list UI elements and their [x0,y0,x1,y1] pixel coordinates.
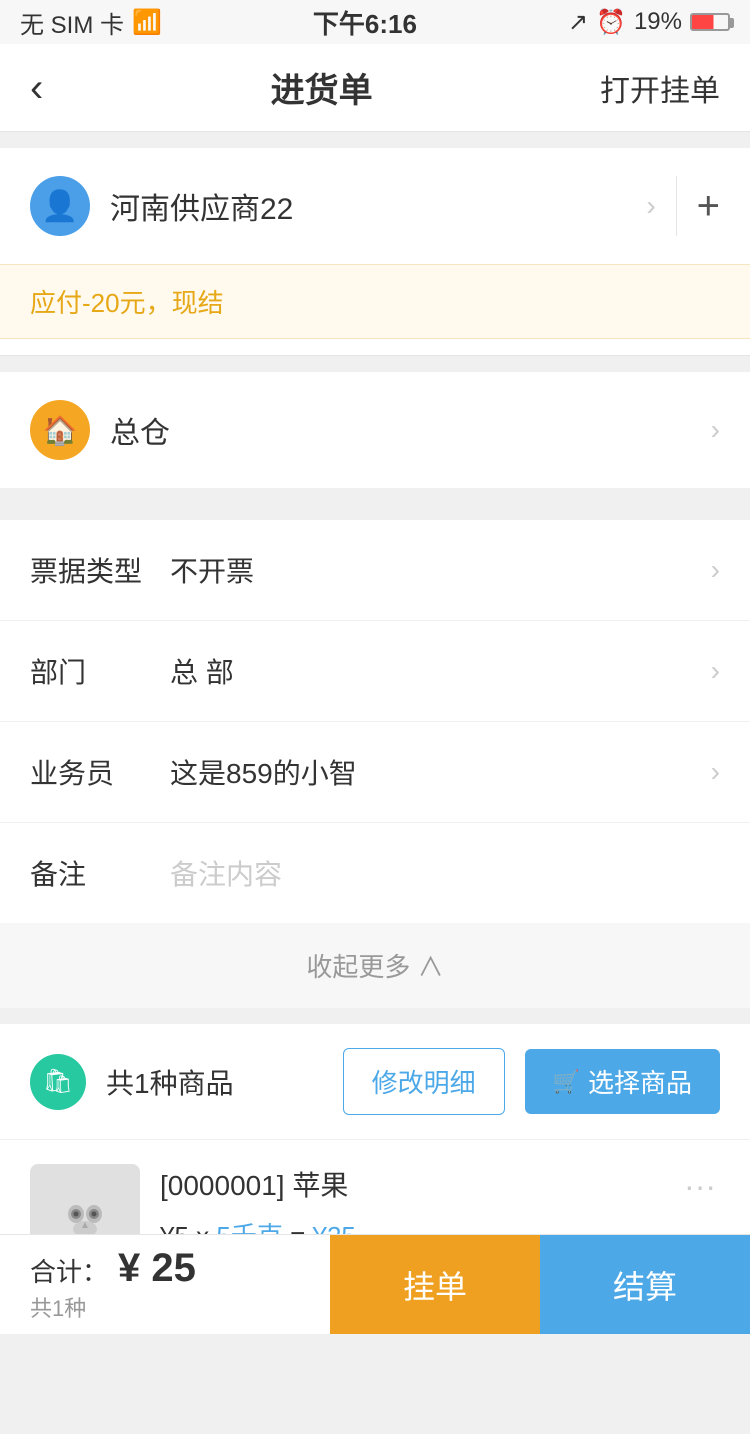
total-section: 合计： ¥ 25 共1种 [0,1235,330,1334]
collapse-label: 收起更多 ∧ [306,952,443,982]
form-section: 票据类型 不开票 › 部门 总 部 › 业务员 这是859的小智 › 备注 备注… [0,520,750,923]
product-code: [0000001] [160,1170,292,1201]
hang-button[interactable]: 挂单 [330,1235,540,1334]
battery-label: 19% [634,8,682,36]
product-name: [0000001] 苹果 [160,1164,660,1204]
notice-text: 应付-20元，现结 [30,288,224,318]
staff-row[interactable]: 业务员 这是859的小智 › [0,722,750,823]
alarm-icon: ⏰ [596,8,626,37]
supplier-section: 👤 河南供应商22 › + 应付-20元，现结 [0,148,750,356]
status-right: ↗ ⏰ 19% [568,8,730,37]
cart-icon: 🛒 [553,1069,580,1095]
total-count: 共1种 [30,1291,300,1323]
battery-icon [690,13,730,31]
warehouse-row[interactable]: 🏠 总仓 › [0,372,750,488]
staff-value: 这是859的小智 [170,752,711,792]
supplier-row[interactable]: 👤 河南供应商22 › + [0,148,750,264]
status-left: 无 SIM 卡 📶 [20,5,162,40]
bag-icon: 🛍 [43,1067,73,1096]
bottom-bar: 合计： ¥ 25 共1种 挂单 结算 [0,1234,750,1334]
total-amount: ¥ 25 [118,1246,196,1291]
product-header: 🛍 共1种商品 修改明细 🛒 选择商品 [0,1024,750,1140]
notice-bar: 应付-20元，现结 [0,264,750,339]
select-product-button[interactable]: 🛒 选择商品 [525,1049,720,1114]
total-label: 合计： [30,1252,108,1289]
carrier-label: 无 SIM 卡 [20,5,124,40]
product-count: 共1种商品 [106,1062,323,1102]
spacer2 [0,356,750,372]
warehouse-section: 🏠 总仓 › [0,372,750,488]
remark-input[interactable]: 备注内容 [170,853,720,893]
supplier-name: 河南供应商22 [110,184,646,228]
checkout-button[interactable]: 结算 [540,1235,750,1334]
product-icon: 🛍 [30,1054,86,1110]
total-row: 合计： ¥ 25 [30,1246,300,1291]
add-supplier-button[interactable]: + [697,184,720,229]
spacer3 [0,504,750,520]
remark-label: 备注 [30,853,170,893]
dept-label: 部门 [30,651,170,691]
dept-row[interactable]: 部门 总 部 › [0,621,750,722]
select-product-label: 选择商品 [588,1063,692,1100]
invoice-chevron-icon: › [711,554,720,586]
supplier-chevron-icon: › [646,190,655,222]
spacer [0,132,750,148]
status-time: 下午6:16 [313,4,417,41]
total-count-label: 共1种 [30,1296,86,1321]
open-hang-button[interactable]: 打开挂单 [600,66,720,110]
wifi-icon: 📶 [132,8,162,37]
product-title: 苹果 [292,1170,348,1201]
back-button[interactable]: ‹ [30,68,43,108]
nav-title: 进货单 [271,63,373,112]
vertical-divider [676,176,677,236]
warehouse-name: 总仓 [110,408,711,452]
nav-bar: ‹ 进货单 打开挂单 [0,44,750,132]
dept-chevron-icon: › [711,655,720,687]
edit-detail-button[interactable]: 修改明细 [343,1048,505,1115]
dept-value: 总 部 [170,651,711,691]
status-bar: 无 SIM 卡 📶 下午6:16 ↗ ⏰ 19% [0,0,750,44]
home-icon: 🏠 [43,414,78,447]
staff-label: 业务员 [30,752,170,792]
invoice-type-row[interactable]: 票据类型 不开票 › [0,520,750,621]
staff-chevron-icon: › [711,756,720,788]
person-icon: 👤 [41,189,78,224]
supplier-avatar: 👤 [30,176,90,236]
remark-row[interactable]: 备注 备注内容 [0,823,750,923]
invoice-type-label: 票据类型 [30,550,170,590]
collapse-bar[interactable]: 收起更多 ∧ [0,923,750,1008]
product-more-button[interactable]: ··· [680,1164,720,1209]
supplier-actions: › + [646,176,720,236]
warehouse-chevron-icon: › [711,414,720,446]
invoice-type-value: 不开票 [170,550,711,590]
location-icon: ↗ [568,8,588,37]
warehouse-icon: 🏠 [30,400,90,460]
